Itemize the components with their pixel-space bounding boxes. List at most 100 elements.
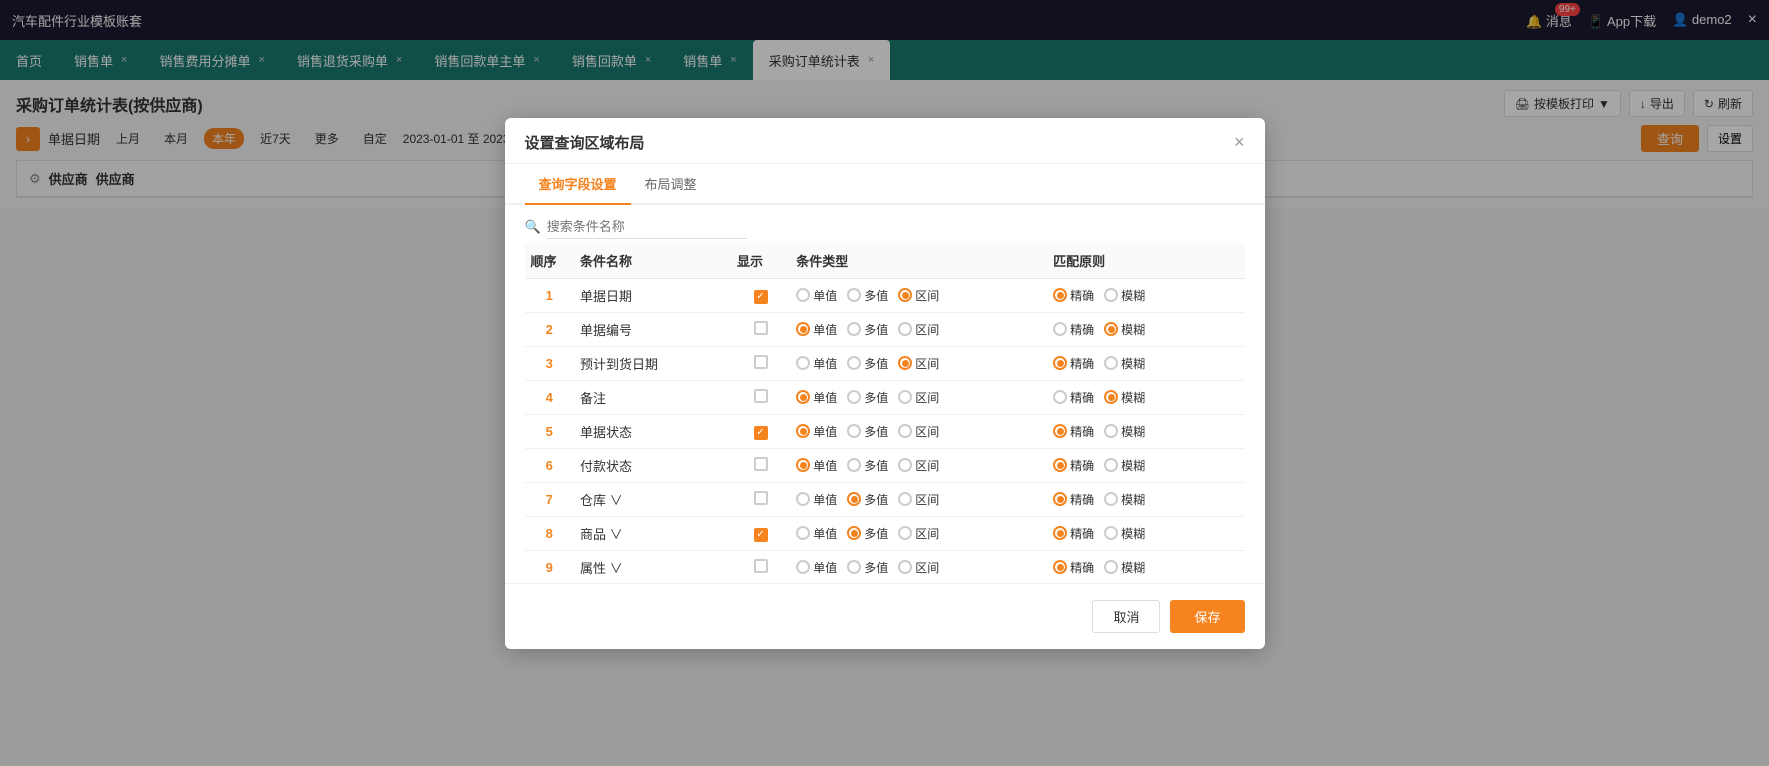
- col-header-match: 匹配原则: [1047, 243, 1244, 279]
- row-order: 3: [525, 346, 574, 380]
- row-show-checkbox[interactable]: [731, 312, 790, 346]
- save-button[interactable]: 保存: [1170, 600, 1244, 633]
- show-checkbox-icon[interactable]: [754, 457, 768, 471]
- row-show-checkbox[interactable]: [731, 380, 790, 414]
- match-radio-match_exact[interactable]: 精确: [1053, 355, 1094, 372]
- type-radio-type_range[interactable]: 区间: [898, 355, 939, 372]
- type-radio-type_multi[interactable]: 多值: [847, 457, 888, 474]
- radio-circle-icon: [847, 356, 861, 370]
- match-radio-match_fuzzy[interactable]: 模糊: [1104, 559, 1145, 576]
- match-radio-match_exact[interactable]: 精确: [1053, 457, 1094, 474]
- type-radio-type_range[interactable]: 区间: [898, 321, 939, 338]
- match-radio-match_fuzzy[interactable]: 模糊: [1104, 389, 1145, 406]
- table-row: 7仓库 ∨单值多值区间精确模糊: [525, 482, 1245, 516]
- radio-circle-icon: [898, 288, 912, 302]
- type-radio-type_multi[interactable]: 多值: [847, 559, 888, 576]
- type-radio-type_range[interactable]: 区间: [898, 491, 939, 508]
- radio-circle-icon: [1104, 458, 1118, 472]
- row-show-checkbox[interactable]: [731, 516, 790, 550]
- type-radio-type_range[interactable]: 区间: [898, 525, 939, 542]
- match-radio-match_fuzzy[interactable]: 模糊: [1104, 525, 1145, 542]
- row-show-checkbox[interactable]: [731, 278, 790, 312]
- row-match: 精确模糊: [1047, 448, 1244, 482]
- type-radio-type_range[interactable]: 区间: [898, 423, 939, 440]
- radio-circle-icon: [847, 492, 861, 506]
- radio-circle-icon: [898, 390, 912, 404]
- match-radio-match_fuzzy[interactable]: 模糊: [1104, 355, 1145, 372]
- match-radio-match_fuzzy[interactable]: 模糊: [1104, 457, 1145, 474]
- radio-circle-icon: [1104, 526, 1118, 540]
- dialog-table: 顺序 条件名称 显示 条件类型 匹配原则 1单据日期单值多值区间精确模糊2单据编…: [525, 243, 1245, 583]
- radio-circle-icon: [847, 390, 861, 404]
- match-radio-match_fuzzy[interactable]: 模糊: [1104, 491, 1145, 508]
- show-checkbox-icon[interactable]: [754, 491, 768, 505]
- row-show-checkbox[interactable]: [731, 550, 790, 583]
- condition-search-input[interactable]: [547, 215, 747, 239]
- radio-circle-icon: [1104, 560, 1118, 574]
- type-radio-type_range[interactable]: 区间: [898, 287, 939, 304]
- radio-circle-icon: [1053, 322, 1067, 336]
- match-radio-match_exact[interactable]: 精确: [1053, 287, 1094, 304]
- row-show-checkbox[interactable]: [731, 346, 790, 380]
- type-radio-type_multi[interactable]: 多值: [847, 321, 888, 338]
- show-checkbox-icon[interactable]: [754, 355, 768, 369]
- type-radio-type_single[interactable]: 单值: [796, 491, 837, 508]
- match-radio-match_fuzzy[interactable]: 模糊: [1104, 423, 1145, 440]
- type-radio-type_range[interactable]: 区间: [898, 457, 939, 474]
- radio-circle-icon: [898, 458, 912, 472]
- match-radio-match_exact[interactable]: 精确: [1053, 525, 1094, 542]
- radio-circle-icon: [1053, 356, 1067, 370]
- table-row: 5单据状态单值多值区间精确模糊: [525, 414, 1245, 448]
- match-radio-match_exact[interactable]: 精确: [1053, 491, 1094, 508]
- row-show-checkbox[interactable]: [731, 414, 790, 448]
- match-radio-match_fuzzy[interactable]: 模糊: [1104, 287, 1145, 304]
- row-type: 单值多值区间: [790, 448, 1047, 482]
- type-radio-type_multi[interactable]: 多值: [847, 491, 888, 508]
- type-radio-type_single[interactable]: 单值: [796, 389, 837, 406]
- match-radio-match_exact[interactable]: 精确: [1053, 321, 1094, 338]
- show-checkbox-icon[interactable]: [754, 321, 768, 335]
- tab-layout-adjust[interactable]: 布局调整: [631, 164, 711, 205]
- col-header-order: 顺序: [525, 243, 574, 279]
- show-checkbox-icon[interactable]: [754, 528, 768, 542]
- row-match: 精确模糊: [1047, 278, 1244, 312]
- radio-circle-icon: [796, 458, 810, 472]
- tab-query-fields[interactable]: 查询字段设置: [525, 164, 631, 205]
- dialog-close-btn[interactable]: ×: [1234, 133, 1245, 151]
- type-radio-type_multi[interactable]: 多值: [847, 355, 888, 372]
- type-radio-type_single[interactable]: 单值: [796, 287, 837, 304]
- show-checkbox-icon[interactable]: [754, 559, 768, 573]
- type-radio-type_multi[interactable]: 多值: [847, 525, 888, 542]
- row-condition-name: 预计到货日期: [574, 346, 731, 380]
- type-radio-type_single[interactable]: 单值: [796, 457, 837, 474]
- type-radio-type_single[interactable]: 单值: [796, 321, 837, 338]
- row-show-checkbox[interactable]: [731, 448, 790, 482]
- table-row: 4备注单值多值区间精确模糊: [525, 380, 1245, 414]
- row-type: 单值多值区间: [790, 516, 1047, 550]
- radio-circle-icon: [847, 560, 861, 574]
- match-radio-match_exact[interactable]: 精确: [1053, 423, 1094, 440]
- type-radio-type_range[interactable]: 区间: [898, 389, 939, 406]
- show-checkbox-icon[interactable]: [754, 389, 768, 403]
- dialog-tabs: 查询字段设置 布局调整: [505, 164, 1265, 205]
- type-radio-type_single[interactable]: 单值: [796, 423, 837, 440]
- row-show-checkbox[interactable]: [731, 482, 790, 516]
- row-condition-name: 付款状态: [574, 448, 731, 482]
- show-checkbox-icon[interactable]: [754, 426, 768, 440]
- match-radio-match_fuzzy[interactable]: 模糊: [1104, 321, 1145, 338]
- match-radio-match_exact[interactable]: 精确: [1053, 389, 1094, 406]
- type-radio-type_multi[interactable]: 多值: [847, 287, 888, 304]
- radio-circle-icon: [898, 356, 912, 370]
- show-checkbox-icon[interactable]: [754, 290, 768, 304]
- type-radio-type_single[interactable]: 单值: [796, 559, 837, 576]
- type-radio-type_single[interactable]: 单值: [796, 355, 837, 372]
- type-radio-type_multi[interactable]: 多值: [847, 389, 888, 406]
- radio-circle-icon: [898, 492, 912, 506]
- type-radio-type_range[interactable]: 区间: [898, 559, 939, 576]
- match-radio-match_exact[interactable]: 精确: [1053, 559, 1094, 576]
- type-radio-type_multi[interactable]: 多值: [847, 423, 888, 440]
- cancel-button[interactable]: 取消: [1092, 600, 1160, 633]
- radio-circle-icon: [847, 526, 861, 540]
- row-order: 5: [525, 414, 574, 448]
- type-radio-type_single[interactable]: 单值: [796, 525, 837, 542]
